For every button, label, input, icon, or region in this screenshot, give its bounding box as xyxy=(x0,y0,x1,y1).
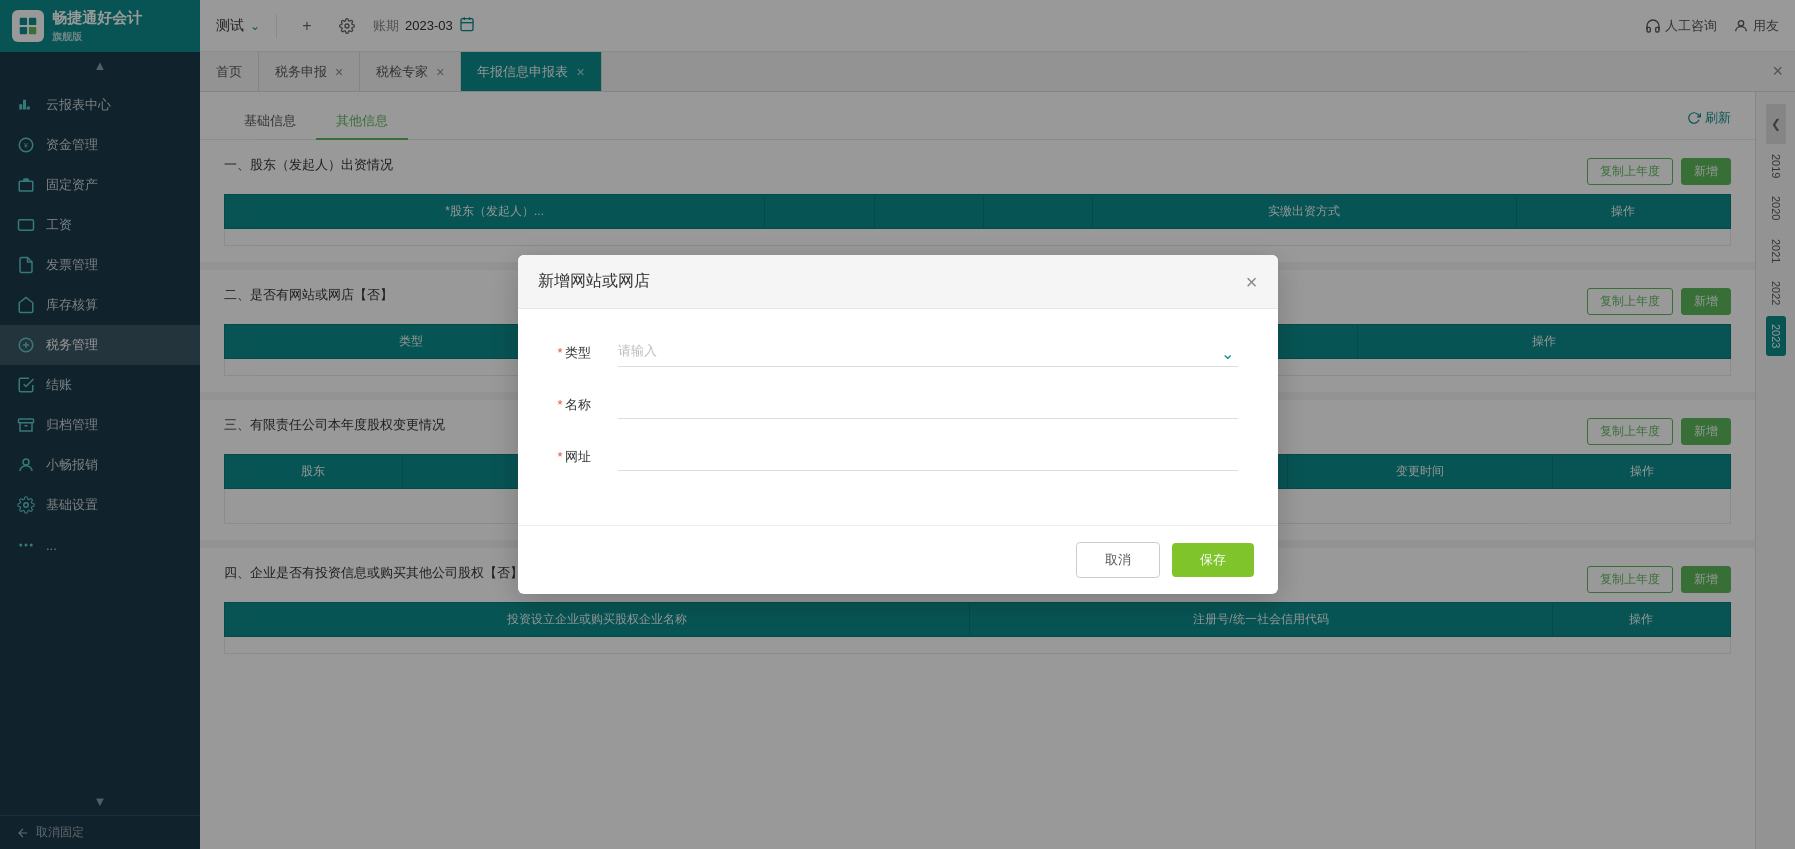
type-input[interactable] xyxy=(618,339,1238,362)
modal-close-btn[interactable]: × xyxy=(1246,272,1258,292)
type-required-mark: * xyxy=(558,345,563,360)
name-input[interactable] xyxy=(618,391,1238,414)
modal-overlay: 新增网站或网店 × *类型 ⌄ *名称 xyxy=(0,0,1795,849)
type-input-wrapper: ⌄ xyxy=(618,339,1238,367)
url-input[interactable] xyxy=(618,443,1238,466)
name-label: *名称 xyxy=(558,396,618,414)
cancel-button[interactable]: 取消 xyxy=(1076,542,1160,578)
type-label: *类型 xyxy=(558,344,618,362)
url-input-wrapper xyxy=(618,443,1238,471)
form-row-name: *名称 xyxy=(558,391,1238,419)
add-website-modal: 新增网站或网店 × *类型 ⌄ *名称 xyxy=(518,255,1278,594)
form-row-type: *类型 ⌄ xyxy=(558,339,1238,367)
modal-header: 新增网站或网店 × xyxy=(518,255,1278,309)
name-required-mark: * xyxy=(558,397,563,412)
form-row-url: *网址 xyxy=(558,443,1238,471)
save-button[interactable]: 保存 xyxy=(1172,543,1254,577)
modal-footer: 取消 保存 xyxy=(518,525,1278,594)
url-required-mark: * xyxy=(558,449,563,464)
modal-title: 新增网站或网店 xyxy=(538,271,650,292)
modal-body: *类型 ⌄ *名称 *网址 xyxy=(518,309,1278,525)
name-input-wrapper xyxy=(618,391,1238,419)
url-label: *网址 xyxy=(558,448,618,466)
